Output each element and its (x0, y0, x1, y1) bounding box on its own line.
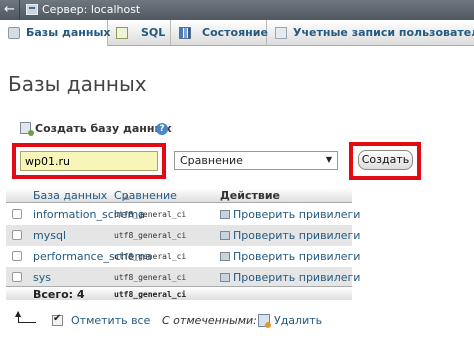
tab-sql[interactable]: SQL (108, 20, 171, 46)
delete-icon[interactable] (258, 314, 271, 328)
delete-link[interactable]: Удалить (274, 314, 322, 327)
table-row: mysql utf8_general_ci Проверить привилег… (6, 225, 360, 246)
sql-icon (116, 27, 128, 39)
create-database-label: Создать базу данных (35, 122, 172, 135)
tab-databases[interactable]: Базы данных (0, 20, 111, 46)
table-row: sys utf8_general_ci Проверить привилеги (6, 267, 360, 286)
help-icon[interactable]: ? (156, 123, 168, 135)
tab-status[interactable]: Состояние (171, 20, 268, 46)
check-privileges-link[interactable]: Проверить привилеги (220, 229, 360, 242)
users-icon (275, 27, 287, 39)
check-privileges-link[interactable]: Проверить привилеги (220, 250, 360, 263)
server-bar: ← Сервер: localhost (0, 0, 474, 20)
server-icon (26, 4, 38, 15)
collation-value: utf8_general_ci (114, 231, 187, 240)
table-header: База данных ▲ Сравнение Действие (6, 188, 352, 203)
table-row: performance_schema utf8_general_ci Прове… (6, 246, 360, 267)
table-row: information_schema utf8_general_ci Прове… (6, 204, 360, 225)
database-name-link[interactable]: mysql (33, 229, 66, 242)
total-collation: utf8_general_ci (114, 290, 187, 299)
total-count: Всего: 4 (33, 288, 85, 301)
privileges-icon (220, 252, 230, 261)
main-tabs: Базы данных SQL Состояние Учетные записи… (0, 20, 474, 46)
database-icon (8, 27, 20, 39)
privileges-icon (220, 273, 230, 282)
collation-select-value: Сравнение (180, 154, 243, 167)
page-title: Базы данных (8, 72, 147, 96)
row-checkbox[interactable] (12, 251, 22, 261)
collation-value: utf8_general_ci (114, 252, 187, 261)
status-icon (179, 27, 191, 39)
create-database-icon (20, 122, 34, 136)
database-name-link[interactable]: sys (33, 271, 51, 284)
tab-label: SQL (141, 26, 166, 39)
tab-label: Базы данных (26, 26, 111, 39)
row-checkbox[interactable] (12, 209, 22, 219)
create-button[interactable]: Создать (358, 150, 413, 170)
column-header-collation[interactable]: Сравнение (114, 188, 177, 203)
server-label[interactable]: Сервер: localhost (42, 3, 140, 16)
database-name-input[interactable] (20, 151, 158, 171)
check-privileges-link[interactable]: Проверить привилеги (220, 271, 360, 284)
table-total-row: Всего: 4 utf8_general_ci (6, 286, 352, 301)
chevron-down-icon: ▼ (325, 155, 332, 164)
tab-label: Состояние (202, 26, 268, 39)
back-arrow-icon[interactable]: ← (0, 0, 20, 20)
row-checkbox[interactable] (12, 230, 22, 240)
privileges-icon (220, 210, 230, 219)
privileges-icon (220, 231, 230, 240)
collation-value: utf8_general_ci (114, 273, 187, 282)
with-selected-label: С отмеченными: (162, 314, 257, 327)
check-all-checkbox[interactable] (52, 313, 63, 326)
arrow-up-left-icon: ▲ (14, 310, 36, 324)
check-privileges-link[interactable]: Проверить привилеги (220, 208, 360, 221)
column-header-action: Действие (220, 189, 280, 202)
collation-select[interactable]: Сравнение ▼ (174, 151, 338, 170)
create-database-heading: Создать базу данных (20, 122, 172, 136)
collation-value: utf8_general_ci (114, 210, 187, 219)
row-checkbox[interactable] (12, 272, 22, 282)
tab-users[interactable]: Учетные записи пользователей (267, 20, 474, 46)
check-all-link[interactable]: Отметить все (71, 314, 150, 327)
tab-label: Учетные записи пользователей (293, 26, 474, 39)
